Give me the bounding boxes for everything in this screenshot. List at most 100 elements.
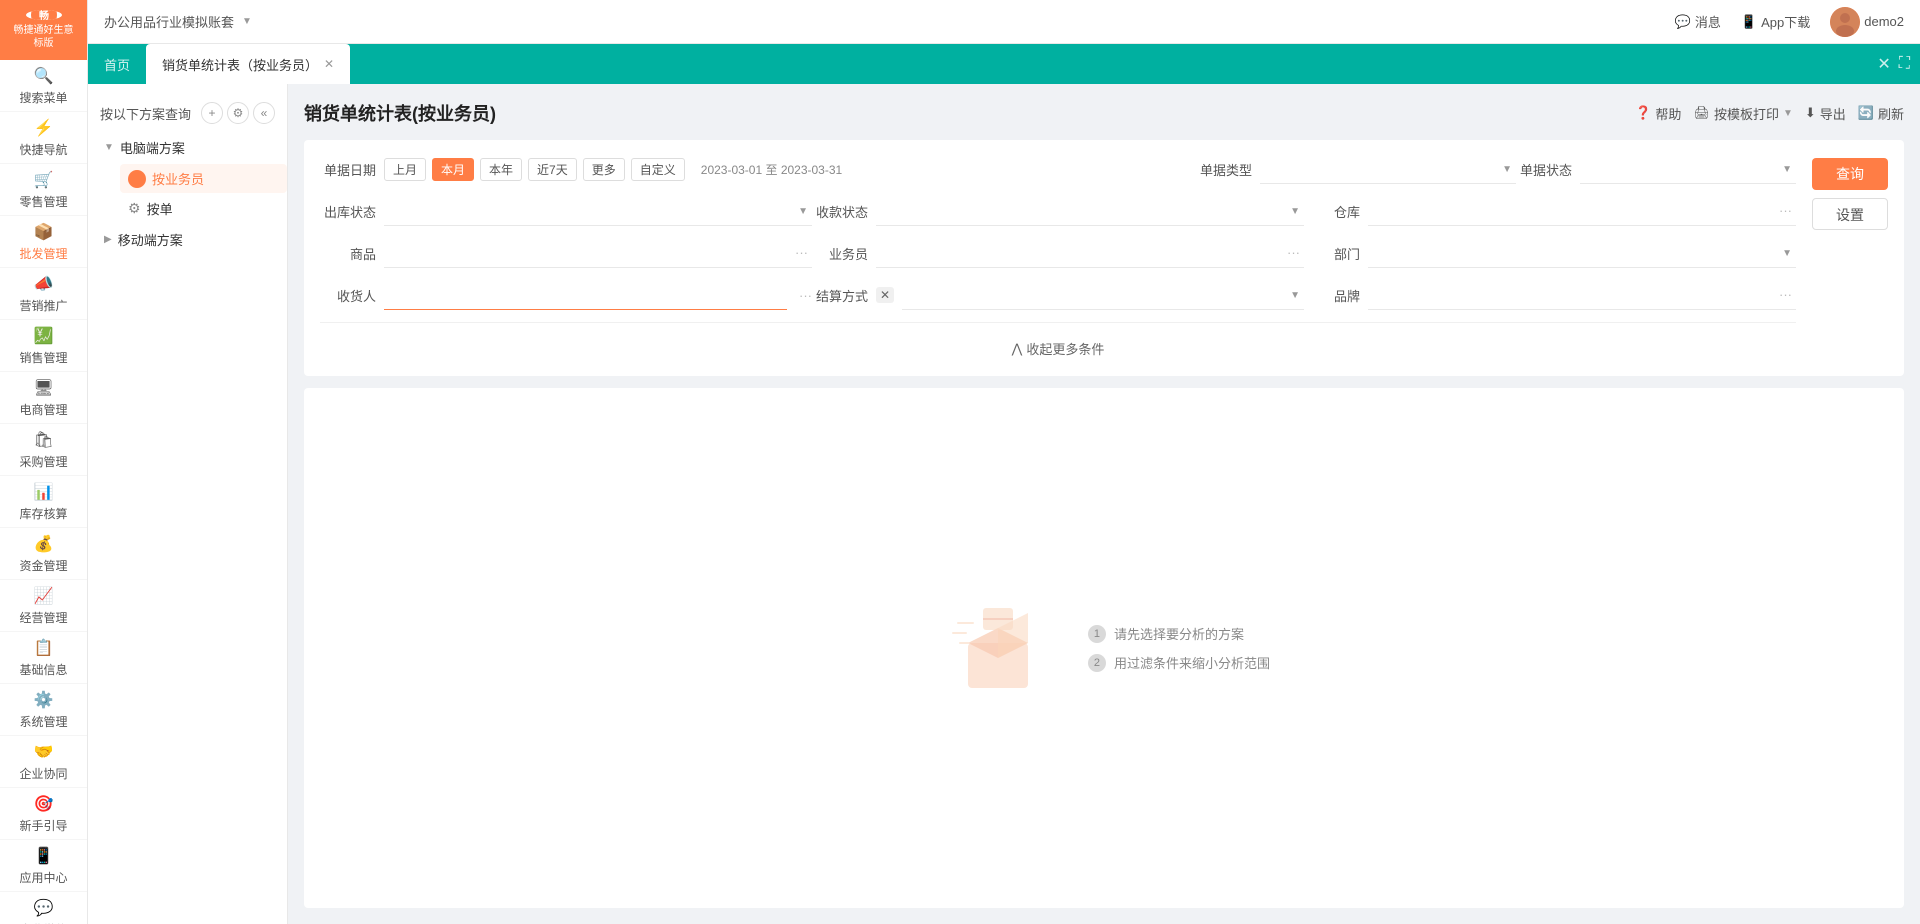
right-content: 销货单统计表(按业务员) ❓ 帮助 🖨 按模板打印 ▼ ⬇ 导出 — [288, 84, 1920, 924]
messages-btn[interactable]: 💬 消息 — [1675, 12, 1721, 31]
user-menu[interactable]: demo2 — [1830, 7, 1904, 37]
refresh-btn[interactable]: 🔄 刷新 — [1858, 104, 1904, 123]
collect-status-input[interactable] — [876, 196, 1304, 226]
date-range-text: 2023-03-01 至 2023-03-31 — [701, 161, 842, 178]
tree-item-by-salesperson[interactable]: 按业务员 — [120, 164, 287, 193]
settlement-select-wrap: ▼ — [902, 280, 1304, 310]
export-btn[interactable]: ⬇ 导出 — [1805, 104, 1846, 123]
avatar — [1830, 7, 1860, 37]
content-area: 按以下方案查询 + ⚙ « ▼ 电脑端方案 — [88, 84, 1920, 924]
main-area: 办公用品行业模拟账套 ▼ 💬 消息 📱 App下载 de — [88, 0, 1920, 924]
query-btn[interactable]: 查询 — [1812, 158, 1888, 190]
finance-icon: 💰 — [34, 534, 54, 554]
filter-settlement: 结算方式 ✕ ▼ — [812, 280, 1304, 310]
tree-desktop[interactable]: ▼ 电脑端方案 — [88, 132, 287, 163]
add-scheme-btn[interactable]: + — [201, 102, 223, 124]
date-last7-btn[interactable]: 近7天 — [528, 158, 577, 181]
settlement-tag[interactable]: ✕ — [876, 287, 894, 303]
sidebar-item-search[interactable]: 🔍 搜索菜单 — [0, 60, 87, 112]
sidebar-item-wechat[interactable]: 💬 企业微信 — [0, 892, 87, 924]
sidebar-item-basic-info[interactable]: 📋 基础信息 — [0, 632, 87, 684]
filter-department: 部门 ▼ — [1304, 238, 1796, 268]
workspace-dropdown-icon: ▼ — [242, 16, 252, 27]
consignee-label: 收货人 — [320, 286, 376, 305]
salesperson-ellipsis: ··· — [1287, 245, 1300, 260]
sidebar-item-system[interactable]: ⚙️ 系统管理 — [0, 684, 87, 736]
out-status-input[interactable] — [384, 196, 812, 226]
date-this-year-btn[interactable]: 本年 — [480, 158, 522, 181]
sidebar-item-wholesale[interactable]: 📦 批发管理 — [0, 216, 87, 268]
filter-doc-type: 单据类型 ▼ — [1196, 154, 1516, 184]
consignee-more-btn[interactable]: ··· — [799, 288, 812, 303]
tab-expand-btn[interactable]: ⛶ — [1899, 55, 1910, 73]
sidebar-item-marketing[interactable]: 📣 营销推广 — [0, 268, 87, 320]
empty-tip-1: 1 请先选择要分析的方案 — [1088, 624, 1270, 643]
sidebar-item-retail[interactable]: 🛒 零售管理 — [0, 164, 87, 216]
tab-sales-stat[interactable]: 销货单统计表（按业务员） ✕ — [146, 44, 350, 84]
collapse-panel-btn[interactable]: « — [253, 102, 275, 124]
settings-scheme-btn[interactable]: ⚙ — [227, 102, 249, 124]
filter-date: 单据日期 上月 本月 本年 近7天 更多 自定义 2023-03-01 至 20… — [320, 158, 1196, 181]
print-dropdown-icon: ▼ — [1783, 108, 1793, 119]
search-icon: 🔍 — [34, 66, 54, 86]
order-icon: ⚙ — [128, 200, 141, 217]
business-icon: 📈 — [34, 586, 54, 606]
date-custom-btn[interactable]: 自定义 — [631, 158, 685, 181]
sidebar-item-business[interactable]: 📈 经营管理 — [0, 580, 87, 632]
goods-label: 商品 — [320, 244, 376, 263]
sidebar-item-enterprise[interactable]: 🤝 企业协同 — [0, 736, 87, 788]
left-panel-actions: + ⚙ « — [201, 102, 275, 124]
date-filter-buttons: 上月 本月 本年 近7天 更多 自定义 — [384, 158, 685, 181]
sales-icon: 💹 — [34, 326, 54, 346]
collapse-btn[interactable]: ⋀ 收起更多条件 — [1012, 331, 1105, 362]
tree-expand-icon: ▼ — [104, 142, 114, 153]
warehouse-input[interactable]: ··· — [1368, 196, 1796, 226]
wholesale-icon: 📦 — [34, 222, 54, 242]
sidebar-item-newbie[interactable]: 🎯 新手引导 — [0, 788, 87, 840]
tab-home[interactable]: 首页 — [88, 44, 146, 84]
brand-input[interactable]: ··· — [1368, 280, 1796, 310]
department-label: 部门 — [1304, 244, 1360, 263]
tree-desktop-children: 按业务员 ⚙ 按单 — [88, 163, 287, 224]
filter-row-2: 出库状态 ▼ 收款状态 ▼ — [320, 196, 1796, 226]
date-last-month-btn[interactable]: 上月 — [384, 158, 426, 181]
settlement-x-btn[interactable]: ✕ — [880, 288, 890, 302]
retail-icon: 🛒 — [34, 170, 54, 190]
date-more-btn[interactable]: 更多 — [583, 158, 625, 181]
sidebar-item-finance[interactable]: 💰 资金管理 — [0, 528, 87, 580]
sidebar-item-purchase[interactable]: 🛍 采购管理 — [0, 424, 87, 476]
filter-collect-status: 收款状态 ▼ — [812, 196, 1304, 226]
department-input[interactable] — [1368, 238, 1796, 268]
workspace-selector[interactable]: 办公用品行业模拟账套 ▼ — [104, 12, 252, 31]
print-btn[interactable]: 🖨 按模板打印 ▼ — [1693, 104, 1792, 123]
sidebar-item-ecommerce[interactable]: 🖥 电商管理 — [0, 372, 87, 424]
page-actions: ❓ 帮助 🖨 按模板打印 ▼ ⬇ 导出 🔄 刷新 — [1635, 104, 1904, 123]
app-download-btn[interactable]: 📱 App下载 — [1741, 12, 1810, 31]
filter-row-1: 单据日期 上月 本月 本年 近7天 更多 自定义 2023-03-01 至 20… — [320, 154, 1796, 184]
help-icon: ❓ — [1635, 105, 1651, 121]
salesperson-input[interactable]: ··· — [876, 238, 1304, 268]
tab-close-btn[interactable]: ✕ — [324, 57, 334, 71]
sidebar-item-quick-nav[interactable]: ⚡ 快捷导航 — [0, 112, 87, 164]
tree-item-by-order[interactable]: ⚙ 按单 — [120, 194, 287, 223]
sidebar-item-sales[interactable]: 💹 销售管理 — [0, 320, 87, 372]
sidebar-item-inventory[interactable]: 📊 库存核算 — [0, 476, 87, 528]
filter-warehouse: 仓库 ··· — [1304, 196, 1796, 226]
tab-close-all-btn[interactable]: ✕ — [1877, 54, 1890, 74]
empty-tips: 1 请先选择要分析的方案 2 用过滤条件来缩小分析范围 — [1088, 624, 1270, 672]
basic-info-icon: 📋 — [34, 638, 54, 658]
tree-mobile[interactable]: ▶ 移动端方案 — [88, 224, 287, 255]
left-panel-header: 按以下方案查询 + ⚙ « — [88, 94, 287, 132]
doc-type-input[interactable] — [1260, 154, 1516, 184]
consignee-input[interactable] — [384, 280, 787, 310]
help-btn[interactable]: ❓ 帮助 — [1635, 104, 1681, 123]
date-this-month-btn[interactable]: 本月 — [432, 158, 474, 181]
collect-status-select-wrap: ▼ — [876, 196, 1304, 226]
doc-status-input[interactable] — [1580, 154, 1796, 184]
settlement-input[interactable] — [902, 280, 1304, 310]
sidebar-item-app-center[interactable]: 📱 应用中心 — [0, 840, 87, 892]
header-actions: 💬 消息 📱 App下载 demo2 — [1675, 7, 1904, 37]
settings-btn[interactable]: 设置 — [1812, 198, 1888, 230]
filter-salesperson: 业务员 ··· — [812, 238, 1304, 268]
goods-input[interactable]: ··· — [384, 238, 812, 268]
